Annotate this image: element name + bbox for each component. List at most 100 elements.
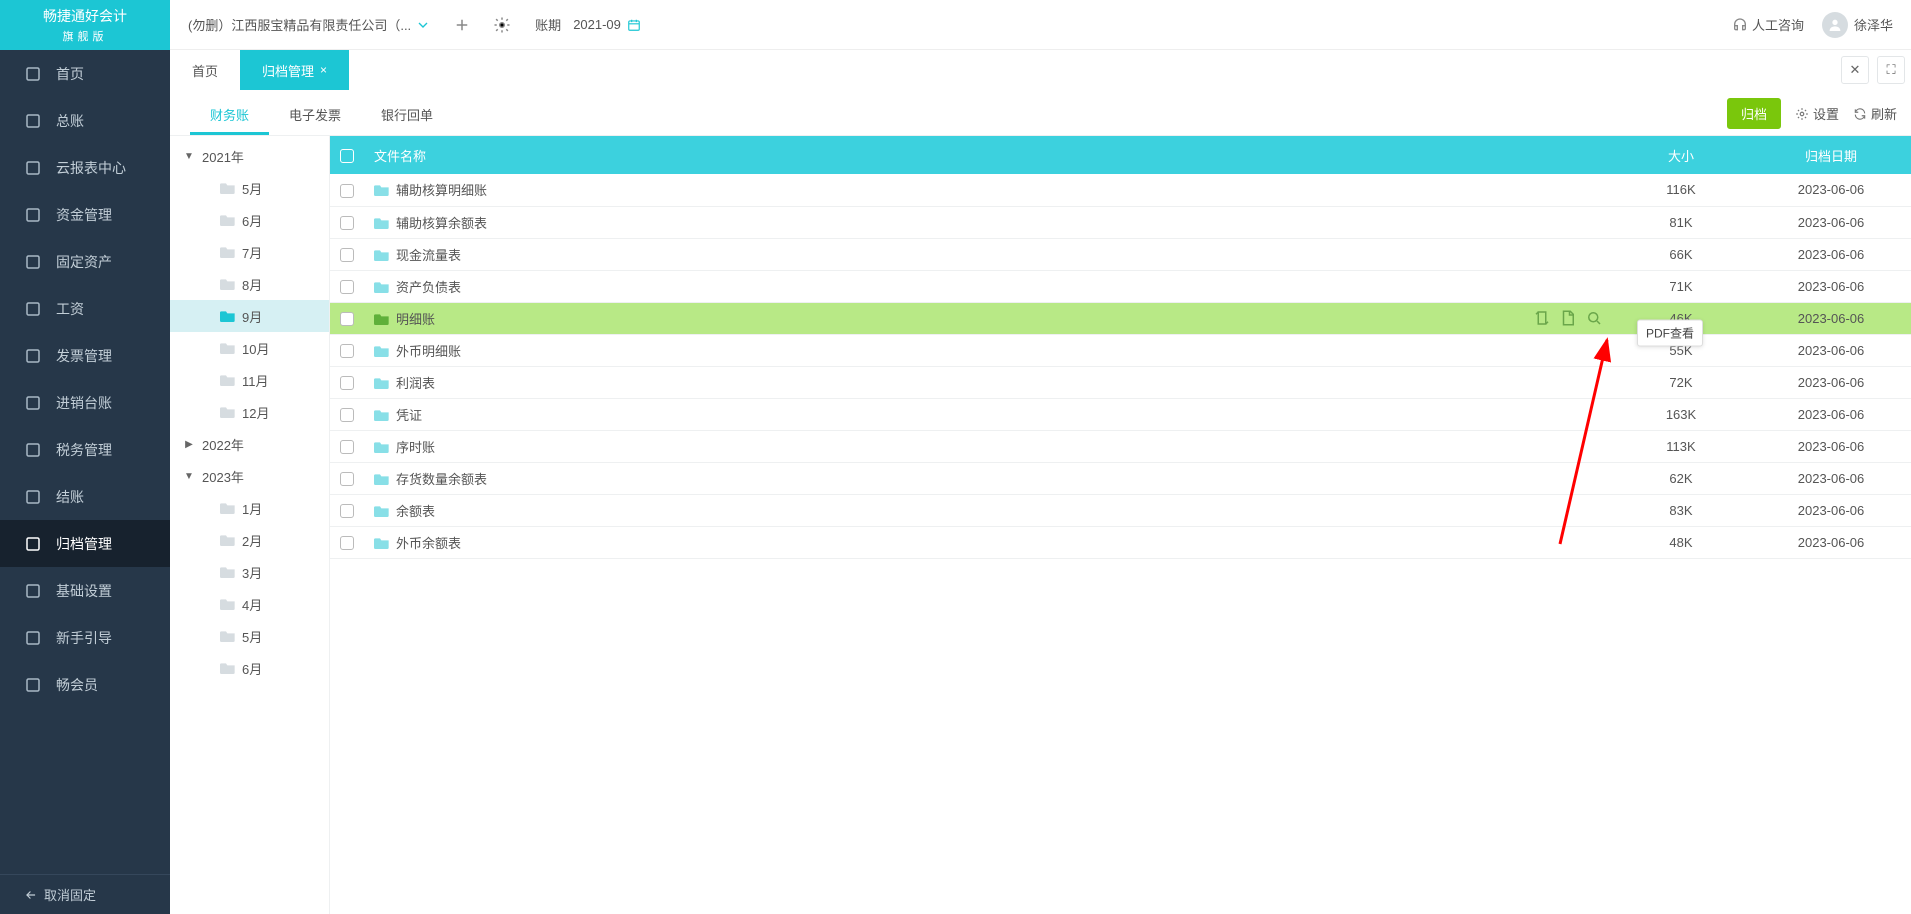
cell-date: 2023-06-06 bbox=[1751, 174, 1911, 206]
user-menu[interactable]: 徐泽华 bbox=[1822, 12, 1893, 38]
nav-item-member[interactable]: 畅会员 bbox=[0, 661, 170, 708]
tree-month[interactable]: 10月 bbox=[170, 332, 329, 364]
table-row[interactable]: 现金流量表66K2023-06-06 bbox=[330, 238, 1911, 270]
row-checkbox[interactable] bbox=[340, 344, 354, 358]
tree-month[interactable]: 8月 bbox=[170, 268, 329, 300]
cell-date: 2023-06-06 bbox=[1751, 206, 1911, 238]
row-checkbox[interactable] bbox=[340, 376, 354, 390]
nav-item-assets[interactable]: 固定资产 bbox=[0, 238, 170, 285]
tree-month[interactable]: 11月 bbox=[170, 364, 329, 396]
row-checkbox[interactable] bbox=[340, 440, 354, 454]
nav-item-inventory[interactable]: 进销台账 bbox=[0, 379, 170, 426]
nav-item-invoice[interactable]: 发票管理 bbox=[0, 332, 170, 379]
cell-size: 81K bbox=[1611, 206, 1751, 238]
tree-month[interactable]: 3月 bbox=[170, 556, 329, 588]
cell-name: 资产负债表 bbox=[364, 270, 1611, 302]
unpin-icon bbox=[24, 888, 38, 902]
tree-month-label: 6月 bbox=[242, 659, 262, 678]
tree-month[interactable]: 6月 bbox=[170, 652, 329, 684]
tree-month[interactable]: 7月 bbox=[170, 236, 329, 268]
sub-tab[interactable]: 财务账 bbox=[190, 95, 269, 135]
row-checkbox[interactable] bbox=[340, 408, 354, 422]
tree-month[interactable]: 4月 bbox=[170, 588, 329, 620]
plus-icon[interactable] bbox=[453, 16, 471, 34]
view-icon[interactable] bbox=[1585, 309, 1603, 327]
table-row[interactable]: 存货数量余额表62K2023-06-06 bbox=[330, 462, 1911, 494]
workspace-tab[interactable]: 归档管理× bbox=[240, 50, 349, 90]
cell-name: 存货数量余额表 bbox=[364, 462, 1611, 494]
nav-item-report-center[interactable]: 云报表中心 bbox=[0, 144, 170, 191]
convert-icon[interactable] bbox=[1533, 309, 1551, 327]
tree-month-label: 3月 bbox=[242, 563, 262, 582]
col-checkbox[interactable] bbox=[330, 136, 364, 174]
support-button[interactable]: 人工咨询 bbox=[1732, 15, 1804, 34]
sidebar-unpin-label: 取消固定 bbox=[44, 885, 96, 904]
tree-month[interactable]: 6月 bbox=[170, 204, 329, 236]
table-row[interactable]: 序时账113K2023-06-06 bbox=[330, 430, 1911, 462]
tree-month[interactable]: 12月 bbox=[170, 396, 329, 428]
tree-month-label: 7月 bbox=[242, 243, 262, 262]
tree-month-label: 11月 bbox=[242, 371, 269, 390]
table-row[interactable]: 余额表83K2023-06-06 bbox=[330, 494, 1911, 526]
table-row[interactable]: 辅助核算余额表81K2023-06-06 bbox=[330, 206, 1911, 238]
nav-item-guide[interactable]: 新手引导 bbox=[0, 614, 170, 661]
tree-month[interactable]: 1月 bbox=[170, 492, 329, 524]
settings-link[interactable]: 设置 bbox=[1795, 104, 1839, 123]
calendar-icon[interactable] bbox=[627, 18, 641, 32]
nav-item-ledger[interactable]: 总账 bbox=[0, 97, 170, 144]
nav-label: 工资 bbox=[56, 299, 84, 319]
nav-item-closing[interactable]: 结账 bbox=[0, 473, 170, 520]
table-row[interactable]: 外币余额表48K2023-06-06 bbox=[330, 526, 1911, 558]
tree-month[interactable]: 5月 bbox=[170, 620, 329, 652]
refresh-link[interactable]: 刷新 bbox=[1853, 104, 1897, 123]
fullscreen-button[interactable]: ⛶ bbox=[1877, 56, 1905, 84]
table-row[interactable]: 凭证163K2023-06-06 bbox=[330, 398, 1911, 430]
row-checkbox[interactable] bbox=[340, 472, 354, 486]
table-row[interactable]: 辅助核算明细账116K2023-06-06 bbox=[330, 174, 1911, 206]
tree-toggle-icon: ▼ bbox=[176, 471, 202, 482]
row-checkbox[interactable] bbox=[340, 504, 354, 518]
sub-tab[interactable]: 银行回单 bbox=[361, 95, 453, 135]
tree-year[interactable]: ▼2021年 bbox=[170, 140, 329, 172]
nav-item-funds[interactable]: 资金管理 bbox=[0, 191, 170, 238]
tree-month[interactable]: 9月 bbox=[170, 300, 329, 332]
workspace-tab[interactable]: 首页 bbox=[170, 50, 240, 90]
row-checkbox[interactable] bbox=[340, 312, 354, 326]
archive-button[interactable]: 归档 bbox=[1727, 98, 1781, 129]
sub-tab[interactable]: 电子发票 bbox=[269, 95, 361, 135]
nav-item-salary[interactable]: 工资 bbox=[0, 285, 170, 332]
tree-month-label: 5月 bbox=[242, 179, 262, 198]
cell-date: 2023-06-06 bbox=[1751, 430, 1911, 462]
nav-label: 资金管理 bbox=[56, 205, 112, 225]
pdf-icon[interactable] bbox=[1559, 309, 1577, 327]
tree-year[interactable]: ▼2023年 bbox=[170, 460, 329, 492]
nav-item-home[interactable]: 首页 bbox=[0, 50, 170, 97]
nav-item-archive[interactable]: 归档管理 bbox=[0, 520, 170, 567]
nav-item-settings[interactable]: 基础设置 bbox=[0, 567, 170, 614]
row-checkbox[interactable] bbox=[340, 184, 354, 198]
cell-size: 72K bbox=[1611, 366, 1751, 398]
pdf-view-tooltip: PDF查看 bbox=[1637, 320, 1703, 347]
cell-name: 外币余额表 bbox=[364, 526, 1611, 558]
cell-name: 余额表 bbox=[364, 494, 1611, 526]
table-row[interactable]: 资产负债表71K2023-06-06 bbox=[330, 270, 1911, 302]
row-checkbox[interactable] bbox=[340, 280, 354, 294]
period-value[interactable]: 2021-09 bbox=[573, 17, 621, 32]
table-row[interactable]: 利润表72K2023-06-06 bbox=[330, 366, 1911, 398]
tree-month[interactable]: 2月 bbox=[170, 524, 329, 556]
sidebar-unpin[interactable]: 取消固定 bbox=[0, 874, 170, 914]
tree-month-label: 12月 bbox=[242, 403, 269, 422]
gear-icon[interactable] bbox=[493, 16, 511, 34]
nav-item-tax[interactable]: 税务管理 bbox=[0, 426, 170, 473]
tree-year-label: 2023年 bbox=[202, 467, 244, 486]
row-checkbox[interactable] bbox=[340, 536, 354, 550]
company-selector[interactable]: (勿删）江西服宝精品有限责任公司（... bbox=[188, 15, 431, 34]
tree-year[interactable]: ▶2022年 bbox=[170, 428, 329, 460]
sidebar-nav: 首页总账云报表中心资金管理固定资产工资发票管理进销台账税务管理结账归档管理基础设… bbox=[0, 50, 170, 874]
close-icon[interactable]: × bbox=[320, 63, 327, 77]
tree-month[interactable]: 5月 bbox=[170, 172, 329, 204]
row-checkbox[interactable] bbox=[340, 248, 354, 262]
row-checkbox[interactable] bbox=[340, 216, 354, 230]
close-all-button[interactable]: ✕ bbox=[1841, 56, 1869, 84]
sub-tabs: 财务账电子发票银行回单 归档 设置 刷新 bbox=[170, 90, 1911, 136]
